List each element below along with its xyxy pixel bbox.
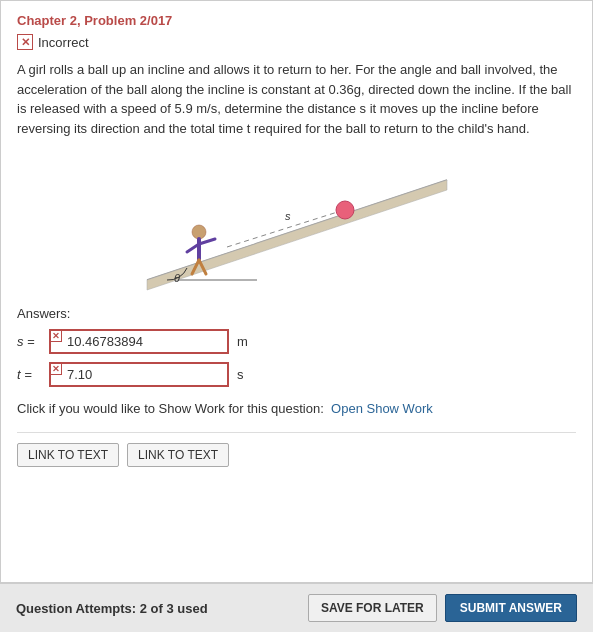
- var-s: s =: [17, 334, 45, 349]
- show-work-section: Click if you would like to Show Work for…: [17, 401, 576, 416]
- t-unit: s: [237, 367, 244, 382]
- status-badge: ✕ Incorrect: [17, 34, 576, 50]
- submit-answer-button[interactable]: SUBMIT ANSWER: [445, 594, 577, 622]
- status-label: Incorrect: [38, 35, 89, 50]
- var-t: t =: [17, 367, 45, 382]
- answer-row-s: s = ✕ m: [17, 329, 576, 354]
- t-input-wrap: ✕: [49, 362, 229, 387]
- open-show-work-link[interactable]: Open Show Work: [331, 401, 433, 416]
- x-icon: ✕: [17, 34, 33, 50]
- save-for-later-button[interactable]: SAVE FOR LATER: [308, 594, 437, 622]
- s-input-wrap: ✕: [49, 329, 229, 354]
- svg-text:s: s: [285, 210, 291, 222]
- svg-point-9: [192, 225, 206, 239]
- answers-label: Answers:: [17, 306, 576, 321]
- s-unit: m: [237, 334, 248, 349]
- svg-point-8: [336, 201, 354, 219]
- s-x-icon: ✕: [50, 330, 62, 342]
- chapter-title: Chapter 2, Problem 2/017: [17, 13, 576, 28]
- answer-row-t: t = ✕ s: [17, 362, 576, 387]
- link-buttons-area: LINK TO TEXT LINK TO TEXT: [17, 432, 576, 473]
- t-x-icon: ✕: [50, 363, 62, 375]
- footer-bar: Question Attempts: 2 of 3 used SAVE FOR …: [0, 583, 593, 632]
- svg-text:θ: θ: [174, 272, 180, 284]
- diagram-svg: s θ: [137, 152, 457, 292]
- footer-buttons: SAVE FOR LATER SUBMIT ANSWER: [308, 594, 577, 622]
- svg-line-12: [199, 239, 215, 244]
- problem-text: A girl rolls a ball up an incline and al…: [17, 60, 576, 138]
- link-to-text-button-1[interactable]: LINK TO TEXT: [17, 443, 119, 467]
- attempts-text: Question Attempts: 2 of 3 used: [16, 601, 208, 616]
- show-work-text: Click if you would like to Show Work for…: [17, 401, 324, 416]
- s-input[interactable]: [49, 329, 229, 354]
- t-input[interactable]: [49, 362, 229, 387]
- link-to-text-button-2[interactable]: LINK TO TEXT: [127, 443, 229, 467]
- diagram-area: s θ: [17, 152, 576, 292]
- answers-section: Answers: s = ✕ m t = ✕ s: [17, 306, 576, 387]
